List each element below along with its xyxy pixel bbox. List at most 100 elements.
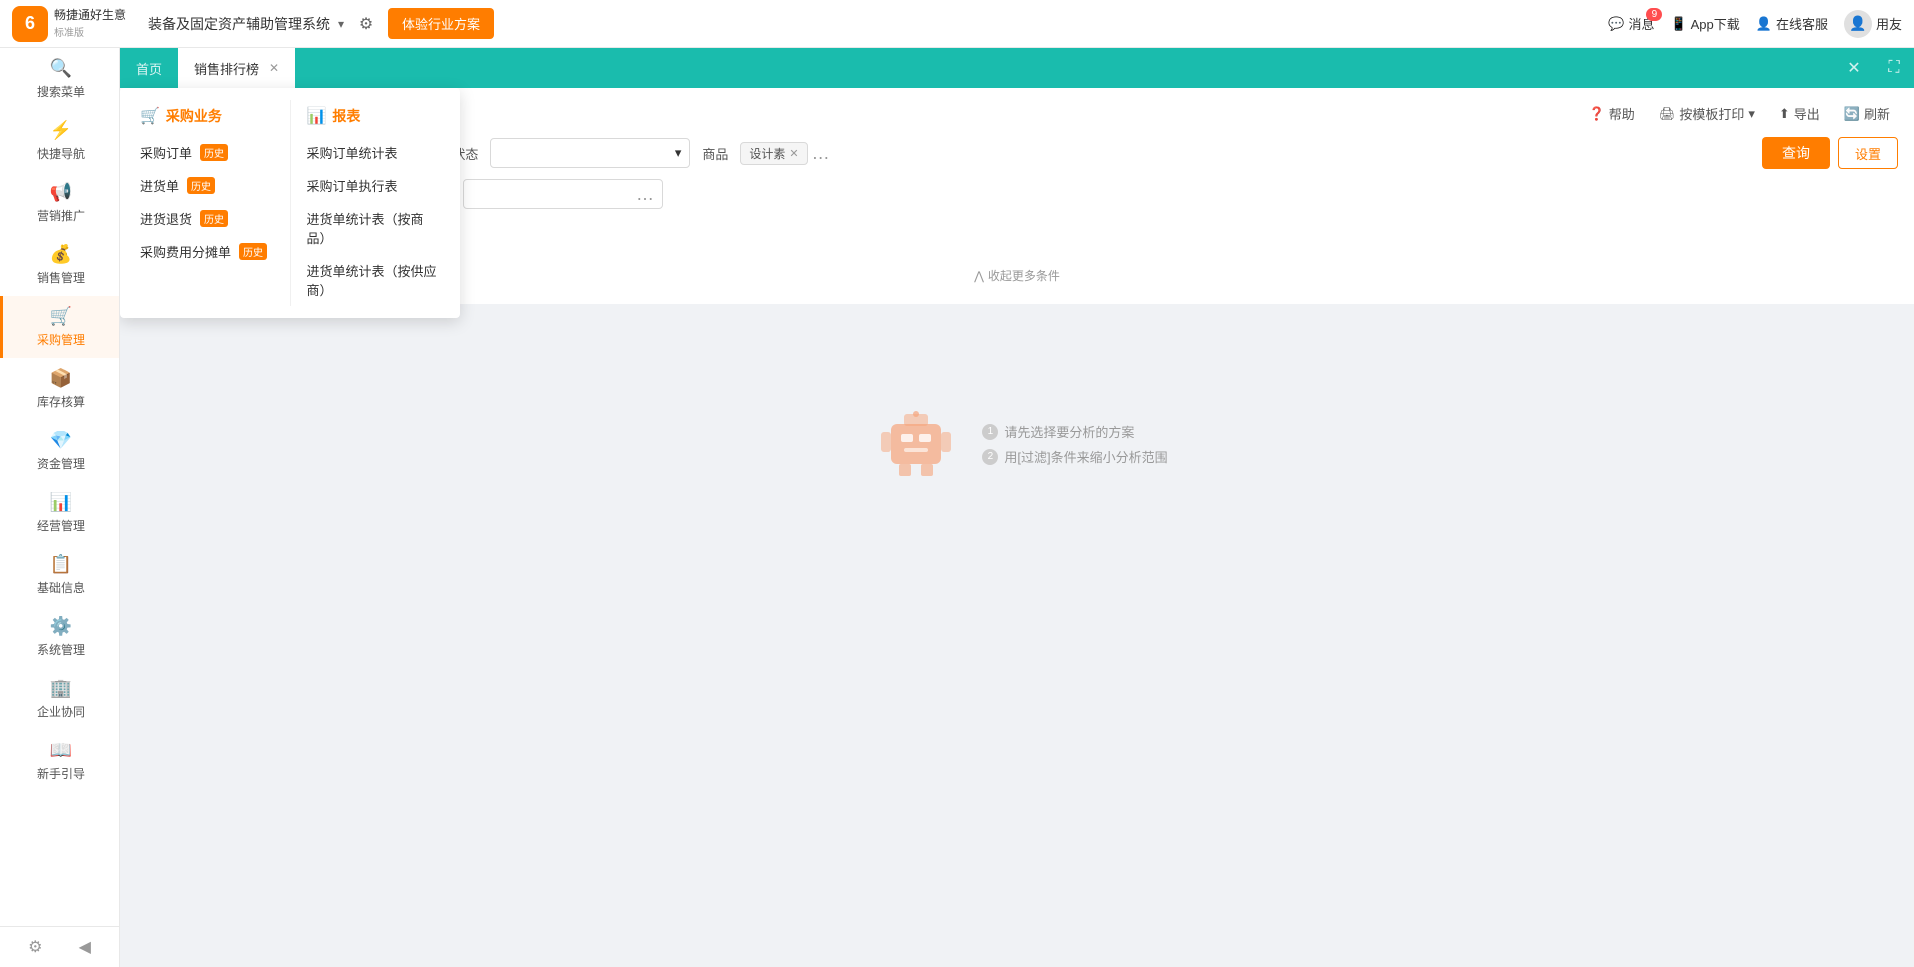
tab-home-label: 首页: [136, 59, 162, 78]
report-col: 📊 报表 采购订单统计表 采购订单执行表 进货单统计表（按商品） 进货单统计表（…: [299, 100, 449, 306]
sidebar-collapse-btn[interactable]: ◀: [79, 937, 91, 957]
search-btn[interactable]: 查询: [1762, 137, 1830, 169]
goods-more-btn[interactable]: …: [812, 143, 830, 164]
enterprise-icon: 🏢: [50, 678, 72, 699]
sidebar-label-operations: 经营管理: [37, 517, 85, 534]
sidebar-item-finance[interactable]: 💎 资金管理: [0, 420, 119, 482]
print-icon: 🖨: [1659, 106, 1676, 122]
content-area: 首页 销售排行榜 ✕ ✕ ⛶ ❓ 帮助: [120, 48, 1914, 967]
goods-tag-close[interactable]: ✕: [789, 147, 798, 160]
sidebar-label-guide: 新手引导: [37, 765, 85, 782]
message-badge: 9: [1646, 8, 1662, 21]
messages-btn[interactable]: 💬 消息 9: [1608, 14, 1654, 33]
sidebar-label-marketing: 营销推广: [37, 207, 85, 224]
app-download-btn[interactable]: 📱 App下载: [1670, 14, 1739, 33]
tab-close-btn[interactable]: ✕: [269, 61, 279, 75]
sidebar-item-marketing[interactable]: 📢 营销推广: [0, 172, 119, 234]
sidebar-label-purchase: 采购管理: [37, 331, 85, 348]
brand-sub: 标准版: [54, 24, 126, 39]
logo-area: 6 畅捷通好生意 标准版: [12, 6, 132, 42]
empty-state: 1 请先选择要分析的方案 2 用[过滤]条件来缩小分析范围: [120, 304, 1914, 584]
top-bar-right: 💬 消息 9 📱 App下载 👤 在线客服 👤 用友: [1608, 10, 1902, 38]
sidebar-label-search: 搜索菜单: [37, 83, 85, 100]
goods-tag: 设计素 ✕: [740, 142, 807, 165]
base-icon: 📋: [50, 554, 72, 575]
operations-icon: 📊: [50, 492, 72, 513]
goods-label: 商品: [702, 144, 728, 163]
sidebar-label-quick: 快捷导航: [37, 145, 85, 162]
export-icon: ⬆: [1779, 106, 1790, 122]
purchase-icon: 🛒: [50, 306, 72, 327]
user-profile-btn[interactable]: 👤 用友: [1844, 10, 1902, 38]
help-icon: ❓: [1589, 106, 1605, 122]
sidebar-item-operations[interactable]: 📊 经营管理: [0, 482, 119, 544]
dropdown-item-incoming-return[interactable]: 进货退货 历史: [132, 202, 282, 235]
refresh-icon: 🔄: [1844, 106, 1860, 122]
doc-status-select[interactable]: ▾: [490, 138, 690, 168]
settings-gear-btn[interactable]: ⚙: [352, 10, 380, 38]
sidebar-label-inventory: 库存核算: [37, 393, 85, 410]
dropdown-item-incoming[interactable]: 进货单 历史: [132, 169, 282, 202]
sidebar-bottom: ⚙ ◀: [0, 926, 119, 967]
tab-home[interactable]: 首页: [120, 48, 178, 88]
sidebar-item-guide[interactable]: 📖 新手引导: [0, 730, 119, 792]
collapse-icon: ⋀: [974, 269, 984, 283]
tab-sales-rank[interactable]: 销售排行榜 ✕: [178, 48, 295, 88]
sidebar-item-sales[interactable]: 💰 销售管理: [0, 234, 119, 296]
tab-bar-right: ✕ ⛶: [1834, 48, 1914, 88]
top-bar: 6 畅捷通好生意 标准版 装备及固定资产辅助管理系统 ▾ ⚙ 体验行业方案 💬 …: [0, 0, 1914, 48]
inventory-icon: 📦: [50, 368, 72, 389]
col-divider: [290, 100, 291, 306]
main-layout: 🔍 搜索菜单 ⚡ 快捷导航 📢 营销推广 💰 销售管理 🛒 采购管理 📦 库存核…: [0, 48, 1914, 967]
dropdown-item-purchase-cost[interactable]: 采购费用分摊单 历史: [132, 235, 282, 268]
refresh-btn[interactable]: 🔄 刷新: [1836, 100, 1898, 127]
purchase-col-title: 采购业务: [166, 106, 222, 126]
filter-settings-btn[interactable]: 设置: [1838, 137, 1898, 169]
dropdown-item-incoming-by-goods[interactable]: 进货单统计表（按商品）: [299, 202, 449, 254]
online-service-btn[interactable]: 👤 在线客服: [1756, 14, 1828, 33]
sidebar-label-sales: 销售管理: [37, 269, 85, 286]
dropdown-item-purchase-order-exec[interactable]: 采购订单执行表: [299, 169, 449, 202]
sidebar-label-system: 系统管理: [37, 641, 85, 658]
purchase-col: 🛒 采购业务 采购订单 历史 进货单 历史 进货退货 历史: [132, 100, 282, 306]
dropdown-item-purchase-order[interactable]: 采购订单 历史: [132, 136, 282, 169]
tab-sales-rank-label: 销售排行榜: [194, 59, 259, 78]
purchase-col-icon: 🛒: [140, 106, 160, 126]
system-icon: ⚙️: [50, 616, 72, 637]
tab-fullscreen-btn[interactable]: ⛶: [1874, 48, 1914, 88]
industry-btn[interactable]: 体验行业方案: [388, 8, 494, 39]
search-icon: 🔍: [50, 58, 72, 79]
doc-status-dropdown-icon: ▾: [675, 145, 682, 161]
sidebar-item-purchase[interactable]: 🛒 采购管理: [0, 296, 119, 358]
salesperson-select[interactable]: …: [463, 179, 663, 209]
message-icon: 💬: [1608, 16, 1624, 32]
tab-close-all-btn[interactable]: ✕: [1834, 48, 1874, 88]
export-btn[interactable]: ⬆ 导出: [1771, 100, 1828, 127]
sidebar-settings-btn[interactable]: ⚙: [28, 937, 42, 957]
empty-hint-1: 请先选择要分析的方案: [1004, 422, 1134, 441]
system-dropdown-btn[interactable]: ▾: [338, 17, 344, 31]
sidebar-label-finance: 资金管理: [37, 455, 85, 472]
top-bar-middle: 装备及固定资产辅助管理系统 ▾ ⚙ 体验行业方案: [132, 8, 1608, 39]
sidebar-item-system[interactable]: ⚙️ 系统管理: [0, 606, 119, 668]
dropdown-item-incoming-by-supplier[interactable]: 进货单统计表（按供应商）: [299, 254, 449, 306]
marketing-icon: 📢: [50, 182, 72, 203]
history-badge-4: 历史: [239, 243, 267, 260]
sidebar-item-quick[interactable]: ⚡ 快捷导航: [0, 110, 119, 172]
tab-bar: 首页 销售排行榜 ✕ ✕ ⛶: [120, 48, 1914, 88]
sidebar-label-base: 基础信息: [37, 579, 85, 596]
salesperson-more[interactable]: …: [636, 184, 654, 205]
print-btn[interactable]: 🖨 按模板打印 ▾: [1651, 100, 1763, 127]
history-badge-3: 历史: [200, 210, 228, 227]
sidebar-item-search[interactable]: 🔍 搜索菜单: [0, 48, 119, 110]
help-btn[interactable]: ❓ 帮助: [1581, 100, 1643, 127]
sidebar-item-inventory[interactable]: 📦 库存核算: [0, 358, 119, 420]
sidebar-label-enterprise: 企业协同: [37, 703, 85, 720]
empty-hint-2: 用[过滤]条件来缩小分析范围: [1004, 447, 1167, 466]
history-badge-2: 历史: [187, 177, 215, 194]
dropdown-item-purchase-order-stat[interactable]: 采购订单统计表: [299, 136, 449, 169]
sidebar-item-enterprise[interactable]: 🏢 企业协同: [0, 668, 119, 730]
system-title: 装备及固定资产辅助管理系统: [148, 14, 330, 34]
avatar: 👤: [1844, 10, 1872, 38]
sidebar-item-base[interactable]: 📋 基础信息: [0, 544, 119, 606]
